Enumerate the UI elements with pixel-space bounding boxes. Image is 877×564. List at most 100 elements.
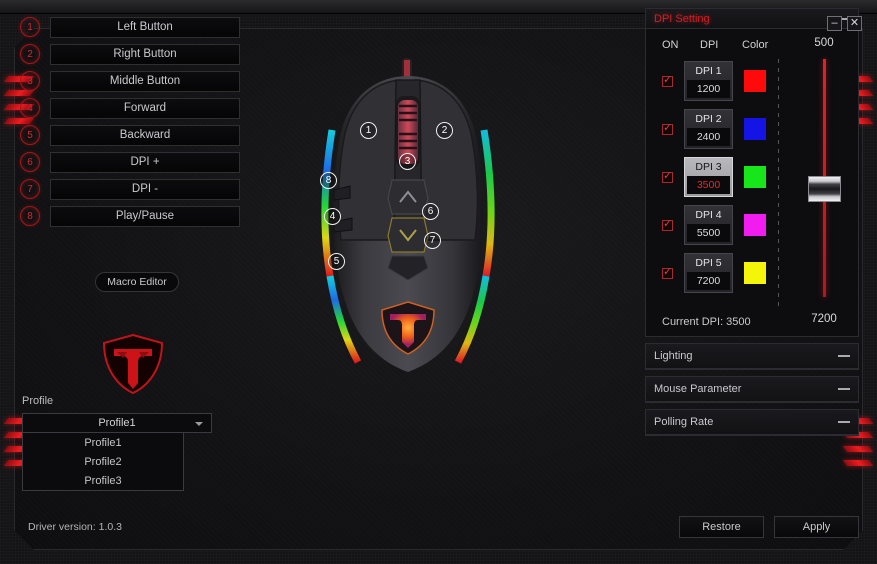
dpi-5-value[interactable]: 7200 (687, 272, 730, 290)
close-icon[interactable]: ✕ (847, 16, 862, 31)
slider-handle[interactable] (808, 175, 841, 202)
button-index-badge: 6 (20, 152, 40, 172)
current-dpi-text: Current DPI: 3500 (662, 316, 751, 328)
shield-t-logo (100, 333, 166, 400)
dpi-panel-title: DPI Setting (654, 12, 710, 25)
mouse-callout-8: 8 (320, 172, 337, 189)
dpi-4-color-swatch[interactable] (744, 214, 766, 236)
panel-divider (778, 59, 779, 309)
button-index-badge: 3 (20, 71, 40, 91)
mouse-parameter-panel-title: Mouse Parameter (654, 383, 742, 395)
mouse-callout-6: 6 (422, 203, 439, 220)
dpi-2-color-swatch[interactable] (744, 118, 766, 140)
mouse-parameter-panel-header[interactable]: Mouse Parameter (646, 377, 858, 402)
restore-button[interactable]: Restore (679, 516, 764, 538)
lighting-panel: Lighting (645, 343, 859, 370)
profile-label: Profile (22, 395, 54, 407)
button-assign-middle-button[interactable]: Middle Button (50, 70, 240, 92)
dpi-panel-body: ON DPI Color DPI 1 1200 (646, 29, 858, 336)
button-row: 8 Play/Pause (20, 203, 240, 229)
driver-version-text: Driver version: 1.0.3 (28, 521, 122, 533)
column-header-on: ON (662, 39, 679, 51)
profile-section: Profile Profile1 Profile1 Profile2 Profi… (22, 395, 232, 491)
button-row: 1 Left Button (20, 14, 240, 40)
dpi-3-value[interactable]: 3500 (687, 176, 730, 194)
dpi-5-enable-checkbox[interactable] (662, 266, 673, 279)
button-assign-right-button[interactable]: Right Button (50, 43, 240, 65)
button-index-badge: 4 (20, 98, 40, 118)
dpi-2-enable-checkbox[interactable] (662, 122, 673, 135)
dpi-4-cell[interactable]: DPI 4 5500 (684, 205, 733, 245)
window-controls: – ✕ (827, 16, 862, 31)
lighting-panel-title: Lighting (654, 350, 693, 362)
dpi-1-enable-checkbox[interactable] (662, 74, 673, 87)
button-row: 5 Backward (20, 122, 240, 148)
dpi-2-cell[interactable]: DPI 2 2400 (684, 109, 733, 149)
collapse-icon[interactable] (838, 352, 850, 360)
dpi-1-name: DPI 1 (695, 65, 722, 77)
collapse-icon[interactable] (838, 385, 850, 393)
button-assign-play-pause[interactable]: Play/Pause (50, 205, 240, 227)
mouse-callout-7: 7 (424, 232, 441, 249)
dpi-1-value[interactable]: 1200 (687, 80, 730, 98)
mouse-callout-5: 5 (328, 253, 345, 270)
mouse-callout-1: 1 (360, 122, 377, 139)
mouse-callout-4: 4 (324, 208, 341, 225)
button-row: 6 DPI + (20, 149, 240, 175)
mouse-driver-window: – ✕ 1 Left Button 2 Right Button 3 Middl… (0, 0, 877, 564)
button-row: 7 DPI - (20, 176, 240, 202)
dpi-slider: 500 7200 (794, 37, 854, 327)
button-index-badge: 2 (20, 44, 40, 64)
slider-max-label: 500 (814, 37, 834, 49)
right-panel-column: DPI Setting ON DPI Color DPI 1 1200 (645, 8, 859, 442)
mouse-callout-2: 2 (436, 122, 453, 139)
minimize-icon[interactable]: – (827, 16, 842, 31)
button-assign-left-button[interactable]: Left Button (50, 16, 240, 38)
action-buttons: Restore Apply (679, 516, 859, 538)
dpi-3-cell[interactable]: DPI 3 3500 (684, 157, 733, 197)
button-row: 4 Forward (20, 95, 240, 121)
polling-rate-panel: Polling Rate (645, 409, 859, 436)
dpi-2-value[interactable]: 2400 (687, 128, 730, 146)
profile-select[interactable]: Profile1 (22, 413, 212, 433)
dpi-5-name: DPI 5 (695, 257, 722, 269)
macro-editor-button[interactable]: Macro Editor (95, 272, 179, 292)
button-assign-dpi-up[interactable]: DPI + (50, 151, 240, 173)
collapse-icon[interactable] (838, 418, 850, 426)
button-index-badge: 7 (20, 179, 40, 199)
dpi-5-cell[interactable]: DPI 5 7200 (684, 253, 733, 293)
polling-rate-panel-header[interactable]: Polling Rate (646, 410, 858, 435)
mouse-callout-3: 3 (399, 153, 416, 170)
profile-option-3[interactable]: Profile3 (23, 471, 183, 490)
profile-option-1[interactable]: Profile1 (23, 433, 183, 452)
chevron-down-icon (195, 422, 203, 426)
slider-min-label: 7200 (811, 313, 837, 325)
apply-button[interactable]: Apply (774, 516, 859, 538)
dpi-4-value[interactable]: 5500 (687, 224, 730, 242)
button-assign-forward[interactable]: Forward (50, 97, 240, 119)
profile-options-list: Profile1 Profile2 Profile3 (22, 433, 184, 491)
dpi-setting-panel: DPI Setting ON DPI Color DPI 1 1200 (645, 8, 859, 337)
dpi-2-name: DPI 2 (695, 113, 722, 125)
profile-option-2[interactable]: Profile2 (23, 452, 183, 471)
button-index-badge: 1 (20, 17, 40, 37)
dpi-3-enable-checkbox[interactable] (662, 170, 673, 183)
button-assign-backward[interactable]: Backward (50, 124, 240, 146)
dpi-3-color-swatch[interactable] (744, 166, 766, 188)
button-assignment-list: 1 Left Button 2 Right Button 3 Middle Bu… (20, 14, 240, 230)
mouse-parameter-panel: Mouse Parameter (645, 376, 859, 403)
lighting-panel-header[interactable]: Lighting (646, 344, 858, 369)
profile-selected-value: Profile1 (98, 417, 136, 429)
column-header-color: Color (742, 39, 769, 51)
dpi-5-color-swatch[interactable] (744, 262, 766, 284)
button-row: 3 Middle Button (20, 68, 240, 94)
mouse-illustration: 1 2 3 4 5 6 7 8 (288, 50, 528, 395)
button-row: 2 Right Button (20, 41, 240, 67)
dpi-1-color-swatch[interactable] (744, 70, 766, 92)
dpi-1-cell[interactable]: DPI 1 1200 (684, 61, 733, 101)
column-header-dpi: DPI (700, 39, 719, 51)
dpi-4-name: DPI 4 (695, 209, 722, 221)
button-assign-dpi-down[interactable]: DPI - (50, 178, 240, 200)
button-index-badge: 8 (20, 206, 40, 226)
dpi-4-enable-checkbox[interactable] (662, 218, 673, 231)
